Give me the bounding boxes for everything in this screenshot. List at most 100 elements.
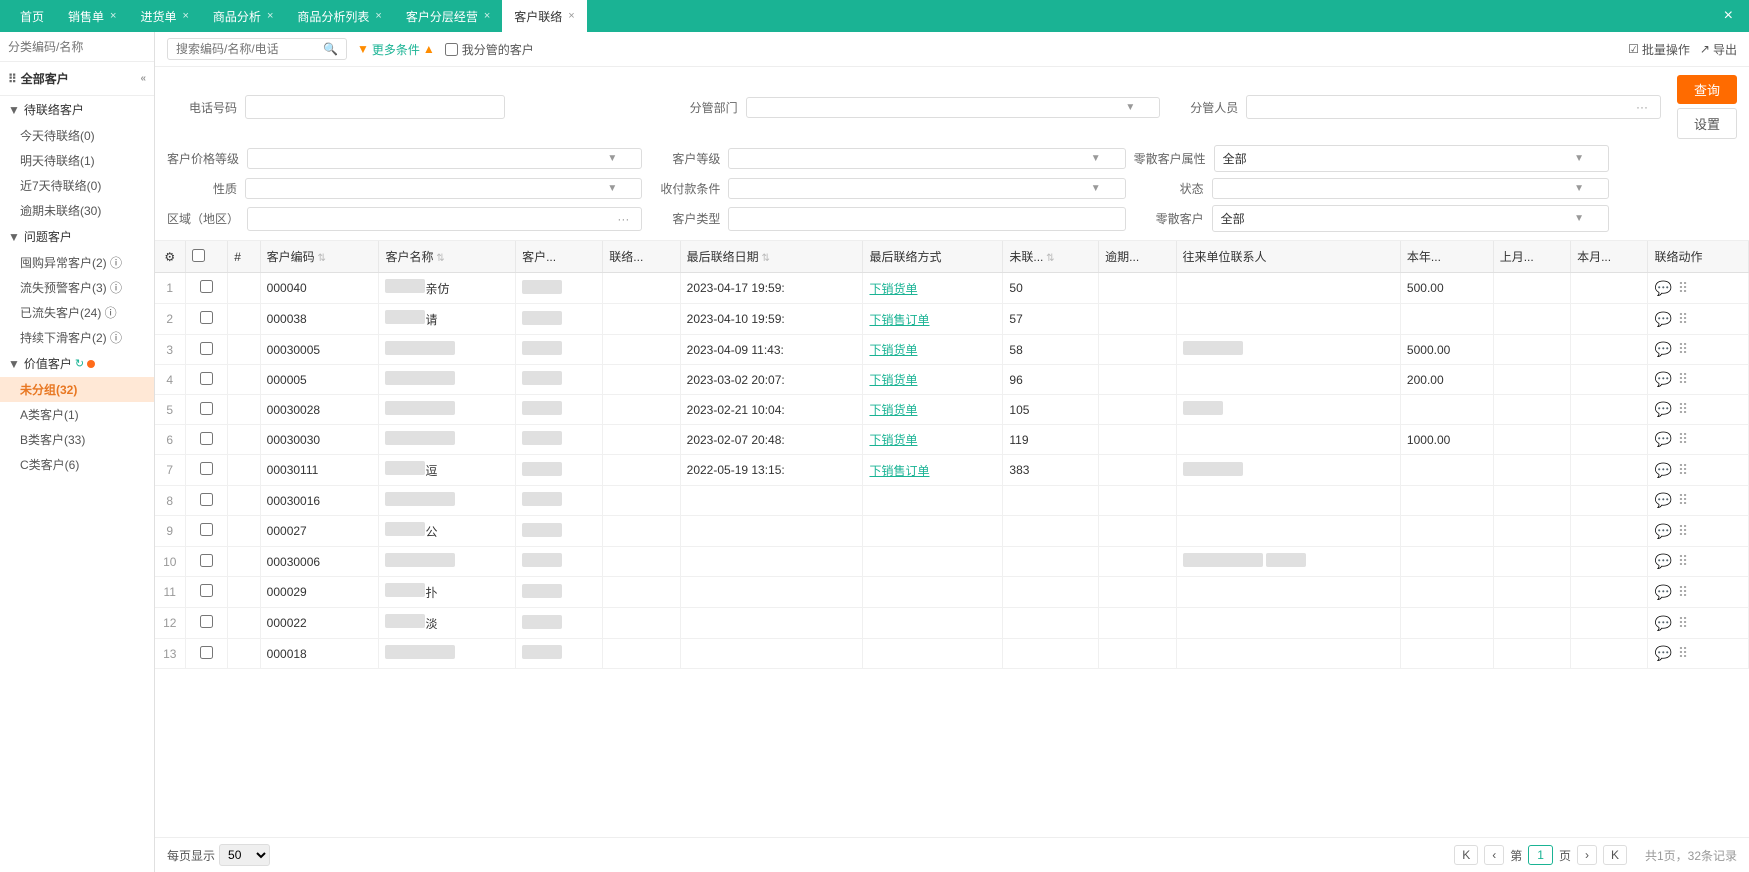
row-select-checkbox[interactable] [200,646,213,659]
row-select-checkbox[interactable] [200,615,213,628]
nav-tab-customer-contact[interactable]: 客户联络 × [502,0,586,32]
manager-dots[interactable]: ··· [1632,100,1652,114]
nature-select[interactable]: ▼ [245,178,642,199]
cust-type-input[interactable] [728,207,1125,231]
message-action-icon[interactable]: 💬 [1654,280,1671,297]
sidebar-item-ungrouped[interactable]: 未分组(32) [0,377,154,402]
my-customers-checkbox[interactable]: 我分管的客户 [445,41,534,58]
message-action-icon[interactable]: 💬 [1654,553,1671,570]
scatter-attr-select[interactable]: 全部 ▼ [1214,145,1609,172]
grid-action-icon[interactable]: ⠿ [1678,645,1688,662]
status-select[interactable]: ▼ [1212,178,1609,199]
message-action-icon[interactable]: 💬 [1654,371,1671,388]
close-customer-tier-tab[interactable]: × [484,10,490,22]
sidebar-item-overdue[interactable]: 逾期未联络(30) [0,198,154,223]
collapse-icon[interactable]: « [140,73,146,84]
sidebar-item-churn-warning[interactable]: 流失预警客户(3) ⓘ [0,275,154,300]
message-action-icon[interactable]: 💬 [1654,584,1671,601]
per-page-select[interactable]: 50 20 100 [219,844,270,866]
close-customer-contact-tab[interactable]: × [568,10,574,22]
grid-action-icon[interactable]: ⠿ [1678,584,1688,601]
grid-action-icon[interactable]: ⠿ [1678,311,1688,328]
message-action-icon[interactable]: 💬 [1654,615,1671,632]
query-button[interactable]: 查询 [1677,75,1737,104]
close-purchase-tab[interactable]: × [182,10,188,22]
next-page-button[interactable]: › [1577,845,1597,865]
sidebar-section-pending[interactable]: ▼ 待联络客户 [0,96,154,123]
sidebar-section-value[interactable]: ▼ 价值客户 ↻ [0,350,154,377]
message-action-icon[interactable]: 💬 [1654,401,1671,418]
last-method-link[interactable]: 下销货单 [869,343,917,357]
sidebar-item-declining[interactable]: 持续下滑客户(2) ⓘ [0,325,154,350]
window-close-button[interactable]: × [1716,7,1741,25]
batch-operation-button[interactable]: ☑ 批量操作 [1628,41,1690,58]
grid-action-icon[interactable]: ⠿ [1678,523,1688,540]
last-page-button[interactable]: K [1603,845,1627,865]
grid-action-icon[interactable]: ⠿ [1678,401,1688,418]
region-dots[interactable]: ··· [613,212,633,226]
sidebar-item-lost[interactable]: 已流失客户(24) ⓘ [0,300,154,325]
last-method-link[interactable]: 下销货单 [869,403,917,417]
sidebar-item-tomorrow[interactable]: 明天待联络(1) [0,148,154,173]
phone-input[interactable] [245,95,505,119]
grid-action-icon[interactable]: ⠿ [1678,492,1688,509]
nav-tab-sales[interactable]: 销售单 × [56,0,128,32]
grid-action-icon[interactable]: ⠿ [1678,431,1688,448]
sidebar-search-input[interactable] [8,40,155,54]
last-date-column-header[interactable]: 最后联络日期 [680,241,863,273]
name-column-header[interactable]: 客户名称 [379,241,516,273]
message-action-icon[interactable]: 💬 [1654,431,1671,448]
row-select-checkbox[interactable] [200,584,213,597]
dept-select[interactable]: ▼ [746,97,1161,118]
row-select-checkbox[interactable] [200,311,213,324]
row-select-checkbox[interactable] [200,554,213,567]
refresh-icon[interactable]: ↻ [75,357,84,370]
unlink-column-header[interactable]: 未联... [1003,241,1099,273]
message-action-icon[interactable]: 💬 [1654,492,1671,509]
export-button[interactable]: ↗ 导出 [1700,41,1737,58]
sidebar-all-customers[interactable]: ⠿ 全部客户 « [0,62,154,96]
sidebar-item-class-c[interactable]: C类客户(6) [0,452,154,477]
row-select-checkbox[interactable] [200,432,213,445]
message-action-icon[interactable]: 💬 [1654,523,1671,540]
message-action-icon[interactable]: 💬 [1654,462,1671,479]
my-customers-check[interactable] [445,43,458,56]
grid-action-icon[interactable]: ⠿ [1678,462,1688,479]
current-page-number[interactable]: 1 [1528,845,1553,865]
grid-action-icon[interactable]: ⠿ [1678,553,1688,570]
close-analysis-tab[interactable]: × [267,10,273,22]
filter-search-input[interactable] [176,42,323,56]
row-select-checkbox[interactable] [200,372,213,385]
settings-icon[interactable]: ⚙ [164,250,175,264]
last-method-link[interactable]: 下销售订单 [869,464,929,478]
nav-tab-analysis[interactable]: 商品分析 × [201,0,285,32]
sidebar-item-abnormal[interactable]: 囤购异常客户(2) ⓘ [0,250,154,275]
grid-action-icon[interactable]: ⠿ [1678,341,1688,358]
filter-more-conditions[interactable]: ▼ 更多条件 ▲ [357,41,435,58]
row-select-checkbox[interactable] [200,493,213,506]
row-select-checkbox[interactable] [200,280,213,293]
sidebar-item-class-b[interactable]: B类客户(33) [0,427,154,452]
grid-action-icon[interactable]: ⠿ [1678,280,1688,297]
scatter-select[interactable]: 全部 ▼ [1212,205,1609,232]
nav-tab-analysis-list[interactable]: 商品分析列表 × [285,0,393,32]
nav-tab-home[interactable]: 首页 [8,0,56,32]
last-method-link[interactable]: 下销货单 [869,373,917,387]
filter-search-icon[interactable]: 🔍 [323,42,338,56]
close-analysis-list-tab[interactable]: × [375,10,381,22]
row-select-checkbox[interactable] [200,402,213,415]
message-action-icon[interactable]: 💬 [1654,311,1671,328]
sidebar-item-class-a[interactable]: A类客户(1) [0,402,154,427]
row-select-checkbox[interactable] [200,523,213,536]
first-page-button[interactable]: K [1454,845,1478,865]
price-grade-select[interactable]: ▼ [247,148,642,169]
cust-grade-select[interactable]: ▼ [728,148,1125,169]
sidebar-item-7days[interactable]: 近7天待联络(0) [0,173,154,198]
last-method-link[interactable]: 下销货单 [869,433,917,447]
close-sales-tab[interactable]: × [110,10,116,22]
nav-tab-purchase[interactable]: 进货单 × [128,0,200,32]
reset-button[interactable]: 设置 [1677,108,1737,139]
row-select-checkbox[interactable] [200,462,213,475]
message-action-icon[interactable]: 💬 [1654,645,1671,662]
nav-tab-customer-tier[interactable]: 客户分层经营 × [394,0,502,32]
